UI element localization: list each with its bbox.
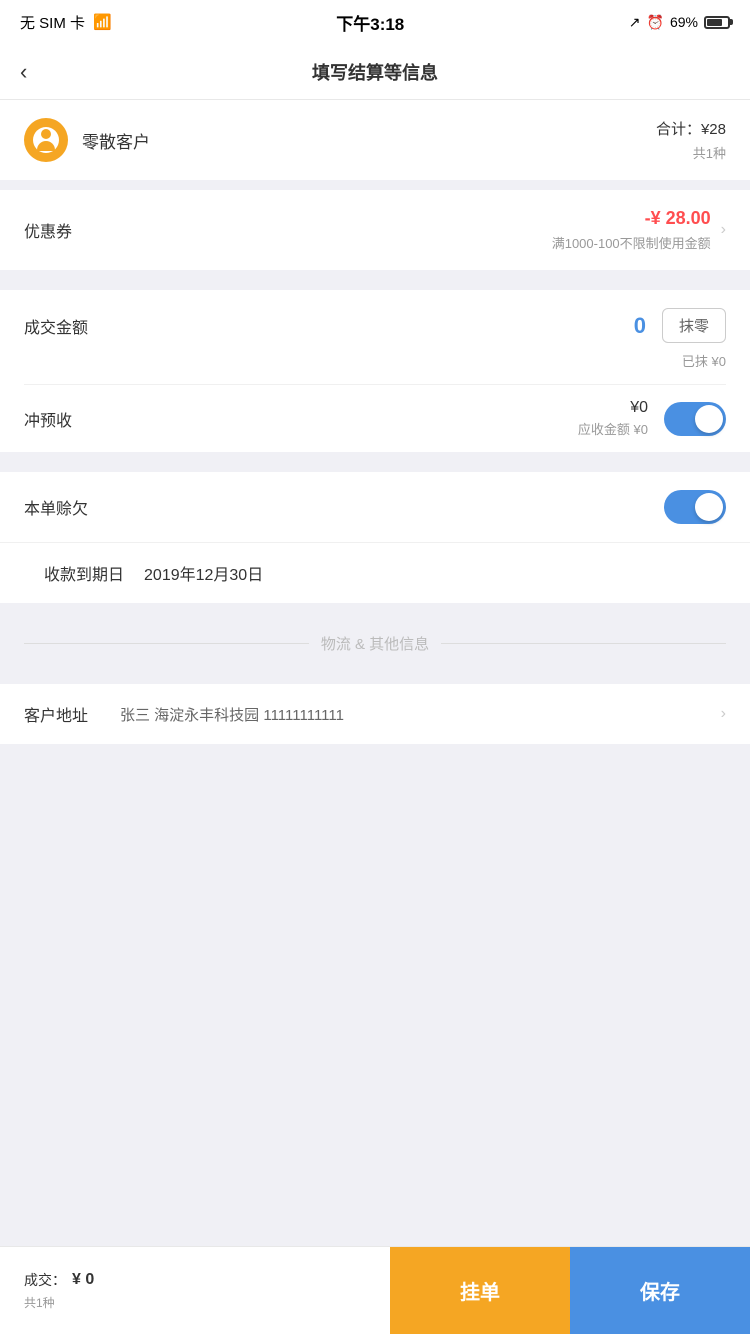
bottom-bar: 成交： ¥ 0 共1种 挂单 保存 <box>0 1246 750 1334</box>
avatar <box>24 118 68 162</box>
already-rounded: 已抹 ¥0 <box>0 351 750 384</box>
due-date-label: 收款到期日 <box>44 567 124 584</box>
location-icon: ↗ <box>629 14 641 31</box>
due-date-row: 收款到期日 2019年12月30日 <box>0 543 750 603</box>
coupon-label: 优惠券 <box>24 218 72 242</box>
prepay-row: 冲预收 ¥0 应收金额 ¥0 <box>0 385 750 452</box>
transaction-section: 成交金额 0 抹零 已抹 ¥0 <box>0 290 750 385</box>
alarm-icon: ⏰ <box>647 14 664 31</box>
toggle-knob <box>695 405 723 433</box>
transaction-value: 0 <box>634 313 646 339</box>
hang-button[interactable]: 挂单 <box>390 1247 570 1334</box>
prepay-amounts: ¥0 应收金额 ¥0 <box>578 399 648 438</box>
address-chevron-icon: › <box>721 705 726 723</box>
customer-total: 合计：¥28 共1种 <box>656 118 726 162</box>
coupon-desc: 满1000-100不限制使用金额 <box>552 233 711 252</box>
debt-section: 本单赊欠 <box>0 472 750 542</box>
deal-label: 成交： <box>24 1270 66 1290</box>
status-bar: 无 SIM 卡 📶 下午3:18 ↗ ⏰ 69% <box>0 0 750 44</box>
debt-toggle-knob <box>695 493 723 521</box>
battery-icon <box>704 16 730 29</box>
nav-bar: ‹ 填写结算等信息 <box>0 44 750 100</box>
total-label: 合计：¥28 <box>656 118 726 139</box>
deal-amount: ¥ 0 <box>72 1271 94 1289</box>
avatar-icon <box>33 127 59 153</box>
coupon-amount: -¥ 28.00 <box>552 208 711 229</box>
gray-divider-1 <box>0 280 750 290</box>
wifi-icon: 📶 <box>93 13 112 31</box>
status-left: 无 SIM 卡 📶 <box>20 12 112 33</box>
prepay-amount: ¥0 <box>578 399 648 417</box>
gray-divider-4 <box>0 670 750 684</box>
bottom-buttons: 挂单 保存 <box>390 1247 750 1334</box>
round-button[interactable]: 抹零 <box>662 308 726 343</box>
battery-percent: 69% <box>670 14 698 30</box>
logistics-divider: 物流 & 其他信息 <box>0 617 750 670</box>
prepay-label: 冲预收 <box>24 407 72 431</box>
content: 零散客户 合计：¥28 共1种 优惠券 -¥ 28.00 满1000-100不限… <box>0 100 750 854</box>
address-value: 张三 海淀永丰科技园 11111111111 <box>120 704 721 725</box>
address-label: 客户地址 <box>24 702 104 726</box>
save-button[interactable]: 保存 <box>570 1247 750 1334</box>
prepay-receivable: 应收金额 ¥0 <box>578 419 648 438</box>
coupon-section[interactable]: 优惠券 -¥ 28.00 满1000-100不限制使用金额 › <box>0 190 750 270</box>
bottom-deal: 成交： ¥ 0 <box>24 1270 366 1290</box>
carrier-label: 无 SIM 卡 <box>20 12 85 33</box>
gray-divider-3 <box>0 603 750 617</box>
coupon-right: -¥ 28.00 满1000-100不限制使用金额 › <box>552 208 726 252</box>
customer-left: 零散客户 <box>24 118 150 162</box>
status-time: 下午3:18 <box>336 10 404 35</box>
customer-section: 零散客户 合计：¥28 共1种 <box>0 100 750 180</box>
bottom-count: 共1种 <box>24 1294 366 1311</box>
bottom-info: 成交： ¥ 0 共1种 <box>0 1270 390 1311</box>
transaction-right: 0 抹零 <box>634 308 726 343</box>
logistics-label: 物流 & 其他信息 <box>321 633 429 654</box>
due-date-value: 2019年12月30日 <box>144 567 263 584</box>
transaction-row: 成交金额 0 抹零 <box>0 290 750 351</box>
page-title: 填写结算等信息 <box>312 59 438 85</box>
status-right: ↗ ⏰ 69% <box>629 14 730 31</box>
back-button[interactable]: ‹ <box>20 59 27 85</box>
customer-name: 零散客户 <box>82 128 150 153</box>
coupon-row[interactable]: 优惠券 -¥ 28.00 满1000-100不限制使用金额 › <box>0 190 750 270</box>
address-row[interactable]: 客户地址 张三 海淀永丰科技园 11111111111 › <box>0 684 750 744</box>
gray-divider-2 <box>0 462 750 472</box>
debt-toggle[interactable] <box>664 490 726 524</box>
total-count: 共1种 <box>656 143 726 162</box>
prepay-right: ¥0 应收金额 ¥0 <box>578 399 726 438</box>
debt-label: 本单赊欠 <box>24 495 88 519</box>
transaction-label: 成交金额 <box>24 314 88 338</box>
prepay-toggle[interactable] <box>664 402 726 436</box>
customer-row: 零散客户 合计：¥28 共1种 <box>0 100 750 180</box>
coupon-chevron-icon: › <box>721 221 726 239</box>
